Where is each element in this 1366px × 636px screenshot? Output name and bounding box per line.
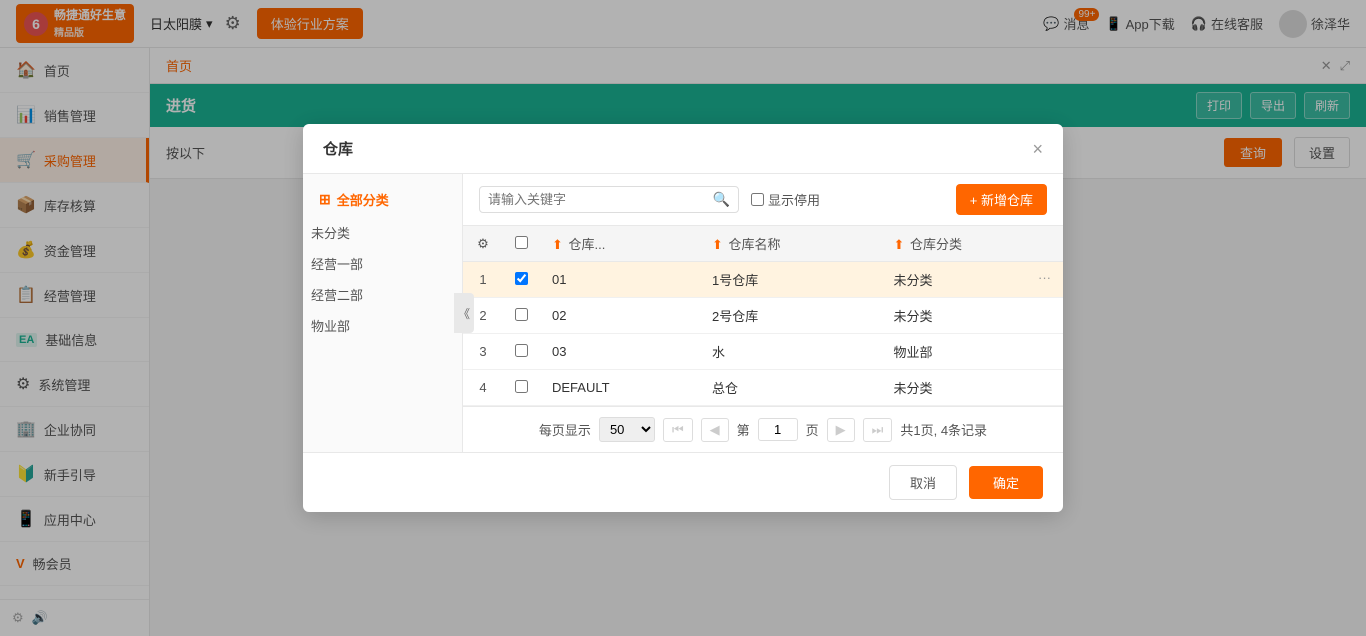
dialog-footer: 取消 确定	[303, 452, 1063, 512]
warehouse-table: ⚙ ⬆ 仓库... ⬆	[463, 226, 1063, 406]
show-disabled-label[interactable]: 显示停用	[751, 190, 820, 209]
col-code: 03	[540, 334, 700, 370]
row-checkbox[interactable]	[515, 272, 528, 285]
all-category-item[interactable]: ⊞ 全部分类	[303, 182, 462, 217]
col-header-gear: ⚙	[463, 226, 503, 262]
warehouse-dialog: 仓库 × ⊞ 全部分类 未分类 经营一部 经营二部 物业部 《	[303, 124, 1063, 512]
row-checkbox[interactable]	[515, 344, 528, 357]
col-category: 未分类···	[881, 262, 1063, 298]
category-item-ops1[interactable]: 经营一部	[303, 248, 462, 279]
col-header-category: ⬆ 仓库分类	[881, 226, 1063, 262]
confirm-btn[interactable]: 确定	[969, 466, 1043, 499]
col-checkbox	[503, 370, 540, 406]
total-info: 共1页, 4条记录	[900, 420, 987, 439]
per-page-select[interactable]: 50 10 20 100	[599, 417, 655, 442]
sort-icon3: ⬆	[893, 237, 904, 252]
table-row[interactable]: 4 DEFAULT 总仓 未分类	[463, 370, 1063, 406]
add-warehouse-btn[interactable]: + 新增仓库	[956, 184, 1047, 215]
pagination: 每页显示 50 10 20 100 ⏮ ◀ 第 页 ▶ ⏭ 共1页, 4条记录	[463, 406, 1063, 452]
category-item-property[interactable]: 物业部	[303, 310, 462, 341]
category-item-ops2[interactable]: 经营二部	[303, 279, 462, 310]
col-name: 2号仓库	[700, 298, 882, 334]
all-category-label: 全部分类	[337, 190, 389, 209]
col-num: 4	[463, 370, 503, 406]
search-input[interactable]	[488, 192, 707, 207]
dialog-toolbar: 🔍 显示停用 + 新增仓库	[463, 174, 1063, 226]
col-checkbox	[503, 334, 540, 370]
sort-icon: ⬆	[552, 237, 563, 252]
dialog-header: 仓库 ×	[303, 124, 1063, 174]
per-page-label: 每页显示	[539, 420, 591, 439]
warehouse-table-wrap: ⚙ ⬆ 仓库... ⬆	[463, 226, 1063, 406]
page-last-btn[interactable]: ⏭	[863, 418, 893, 442]
table-row[interactable]: 3 03 水 物业部	[463, 334, 1063, 370]
show-disabled-checkbox[interactable]	[751, 193, 764, 206]
row-checkbox[interactable]	[515, 308, 528, 321]
page-suffix: 页	[806, 420, 819, 439]
page-input[interactable]	[758, 418, 798, 441]
select-all-checkbox[interactable]	[515, 236, 528, 249]
col-code: 02	[540, 298, 700, 334]
table-row[interactable]: 2 02 2号仓库 未分类	[463, 298, 1063, 334]
row-actions[interactable]: ···	[1038, 270, 1051, 285]
col-num: 3	[463, 334, 503, 370]
cancel-btn[interactable]: 取消	[889, 465, 957, 500]
col-checkbox	[503, 262, 540, 298]
dialog-body: ⊞ 全部分类 未分类 经营一部 经营二部 物业部 《 🔍	[303, 174, 1063, 452]
grid-icon: ⊞	[319, 191, 331, 208]
dialog-title: 仓库	[323, 138, 353, 159]
search-box: 🔍	[479, 186, 739, 213]
col-category: 未分类	[881, 370, 1063, 406]
col-header-code: ⬆ 仓库...	[540, 226, 700, 262]
col-code: 01	[540, 262, 700, 298]
category-collapse-btn[interactable]: 《	[454, 293, 474, 333]
row-checkbox[interactable]	[515, 380, 528, 393]
category-item-unclassified[interactable]: 未分类	[303, 217, 462, 248]
gear-col-icon[interactable]: ⚙	[477, 236, 489, 251]
col-category: 物业部	[881, 334, 1063, 370]
table-row[interactable]: 1 01 1号仓库 未分类···	[463, 262, 1063, 298]
page-next-btn[interactable]: ▶	[827, 418, 855, 442]
search-icon: 🔍	[713, 191, 730, 208]
col-name: 1号仓库	[700, 262, 882, 298]
page-first-btn[interactable]: ⏮	[663, 418, 693, 442]
col-code: DEFAULT	[540, 370, 700, 406]
col-header-checkbox	[503, 226, 540, 262]
col-name: 水	[700, 334, 882, 370]
dialog-right-panel: 🔍 显示停用 + 新增仓库 ⚙	[463, 174, 1063, 452]
dialog-close-btn[interactable]: ×	[1032, 140, 1043, 158]
col-category: 未分类	[881, 298, 1063, 334]
col-header-name: ⬆ 仓库名称	[700, 226, 882, 262]
modal-overlay: 仓库 × ⊞ 全部分类 未分类 经营一部 经营二部 物业部 《	[0, 0, 1366, 636]
sort-icon2: ⬆	[712, 237, 723, 252]
category-panel: ⊞ 全部分类 未分类 经营一部 经营二部 物业部 《	[303, 174, 463, 452]
page-prev-btn[interactable]: ◀	[701, 418, 729, 442]
col-name: 总仓	[700, 370, 882, 406]
page-label: 第	[737, 420, 750, 439]
col-checkbox	[503, 298, 540, 334]
